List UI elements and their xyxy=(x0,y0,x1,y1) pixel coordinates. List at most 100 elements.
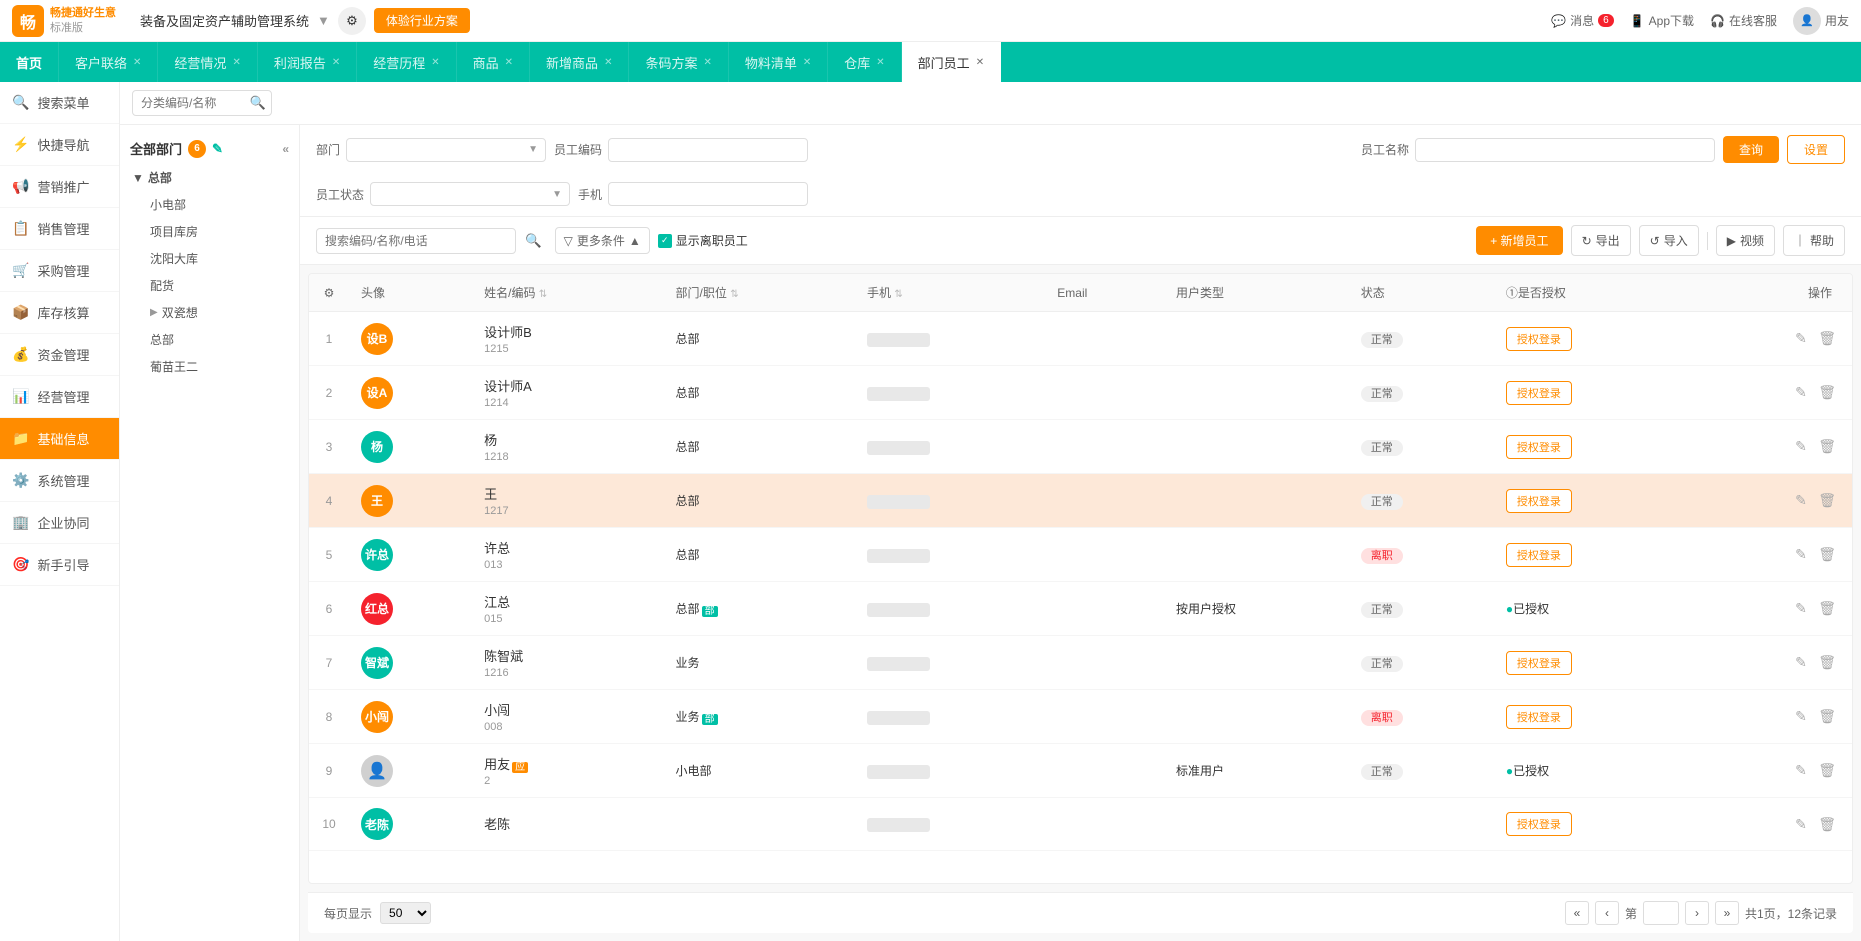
edit-employee-btn[interactable]: ✎ xyxy=(1791,490,1811,511)
tab-process[interactable]: 经营历程 ✕ xyxy=(357,42,456,82)
set-button[interactable]: 设置 xyxy=(1787,135,1845,164)
delete-employee-btn[interactable]: 🗑 xyxy=(1814,652,1840,673)
per-page-select[interactable]: 50 100 xyxy=(380,902,431,924)
filter-phone-input[interactable] xyxy=(608,182,808,206)
tree-node-shuangzixiang[interactable]: ▶ 双瓷想 xyxy=(120,299,299,326)
app-download-btn[interactable]: 📱 App下载 xyxy=(1630,12,1694,29)
edit-employee-btn[interactable]: ✎ xyxy=(1791,598,1811,619)
user-avatar[interactable]: 👤 用友 xyxy=(1793,7,1849,35)
delete-employee-btn[interactable]: 🗑 xyxy=(1814,544,1840,565)
tab-newgoods[interactable]: 新增商品 ✕ xyxy=(530,42,629,82)
auth-login-btn[interactable]: 授权登录 xyxy=(1506,327,1572,351)
close-customer-icon[interactable]: ✕ xyxy=(133,57,141,68)
tree-node-pumiuwang[interactable]: 葡苗王二 xyxy=(120,353,299,380)
help-button[interactable]: ｜ 帮助 xyxy=(1783,225,1845,256)
sidebar-item-quicknav[interactable]: ⚡ 快捷导航 xyxy=(0,124,119,166)
category-search-icon[interactable]: 🔍 xyxy=(250,95,266,111)
close-profit-icon[interactable]: ✕ xyxy=(332,57,340,68)
sidebar-item-operation[interactable]: 📊 经营管理 xyxy=(0,376,119,418)
delete-employee-btn[interactable]: 🗑 xyxy=(1814,814,1840,835)
col-name-code[interactable]: 姓名/编码 ⇅ xyxy=(472,274,663,312)
sidebar-item-marketing[interactable]: 📢 营销推广 xyxy=(0,166,119,208)
edit-employee-btn[interactable]: ✎ xyxy=(1791,652,1811,673)
edit-employee-btn[interactable]: ✎ xyxy=(1791,544,1811,565)
last-page-btn[interactable]: » xyxy=(1715,901,1739,925)
sidebar-item-enterprise[interactable]: 🏢 企业协同 xyxy=(0,502,119,544)
delete-employee-btn[interactable]: 🗑 xyxy=(1814,490,1840,511)
close-staff-icon[interactable]: ✕ xyxy=(976,57,984,68)
sidebar-item-finance[interactable]: 💰 资金管理 xyxy=(0,334,119,376)
delete-employee-btn[interactable]: 🗑 xyxy=(1814,706,1840,727)
filter-empcode-input[interactable] xyxy=(608,138,808,162)
tree-node-xiaodianbu[interactable]: 小电部 xyxy=(120,191,299,218)
tree-node-zongbu2[interactable]: 总部 xyxy=(120,326,299,353)
close-goods-icon[interactable]: ✕ xyxy=(505,57,513,68)
tab-warehouse[interactable]: 仓库 ✕ xyxy=(828,42,901,82)
edit-employee-btn[interactable]: ✎ xyxy=(1791,706,1811,727)
close-warehouse-icon[interactable]: ✕ xyxy=(876,57,884,68)
sidebar-item-search[interactable]: 🔍 搜索菜单 xyxy=(0,82,119,124)
auth-login-btn[interactable]: 授权登录 xyxy=(1506,705,1572,729)
tab-materials[interactable]: 物料清单 ✕ xyxy=(729,42,828,82)
toolbar-search-input[interactable] xyxy=(316,228,516,254)
close-materials-icon[interactable]: ✕ xyxy=(803,57,811,68)
online-service-btn[interactable]: 🎧 在线客服 xyxy=(1710,12,1777,29)
tab-operation[interactable]: 经营情况 ✕ xyxy=(158,42,257,82)
tab-profit[interactable]: 利润报告 ✕ xyxy=(258,42,357,82)
sidebar-item-sales[interactable]: 📋 销售管理 xyxy=(0,208,119,250)
delete-employee-btn[interactable]: 🗑 xyxy=(1814,382,1840,403)
query-button[interactable]: 查询 xyxy=(1723,136,1779,163)
delete-employee-btn[interactable]: 🗑 xyxy=(1814,598,1840,619)
auth-login-btn[interactable]: 授权登录 xyxy=(1506,651,1572,675)
view-button[interactable]: ▶ 视频 xyxy=(1716,225,1775,256)
sidebar-item-system[interactable]: ⚙️ 系统管理 xyxy=(0,460,119,502)
edit-employee-btn[interactable]: ✎ xyxy=(1791,382,1811,403)
tab-goods[interactable]: 商品 ✕ xyxy=(457,42,530,82)
current-page-input[interactable]: 1 xyxy=(1643,901,1679,925)
next-page-btn[interactable]: › xyxy=(1685,901,1709,925)
tree-node-xiangmuku[interactable]: 项目库房 xyxy=(120,218,299,245)
auth-login-btn[interactable]: 授权登录 xyxy=(1506,435,1572,459)
sidebar-item-guide[interactable]: 🎯 新手引导 xyxy=(0,544,119,586)
filter-empname-input[interactable] xyxy=(1415,138,1715,162)
tree-node-peihuo[interactable]: 配货 xyxy=(120,272,299,299)
export-button[interactable]: ↻ 导出 xyxy=(1571,225,1631,256)
col-dept-pos[interactable]: 部门/职位 ⇅ xyxy=(664,274,855,312)
close-newgoods-icon[interactable]: ✕ xyxy=(604,57,612,68)
edit-employee-btn[interactable]: ✎ xyxy=(1791,760,1811,781)
col-settings[interactable]: ⚙ xyxy=(309,274,349,312)
col-phone[interactable]: 手机 ⇅ xyxy=(855,274,1045,312)
sidebar-item-inventory[interactable]: 📦 库存核算 xyxy=(0,292,119,334)
tab-staff[interactable]: 部门员工 ✕ xyxy=(902,42,1001,82)
system-dropdown-icon[interactable]: ▼ xyxy=(317,13,330,28)
trial-button[interactable]: 体验行业方案 xyxy=(374,8,470,33)
auth-login-btn[interactable]: 授权登录 xyxy=(1506,812,1572,836)
filter-more-btn[interactable]: ▽ 更多条件 ▲ xyxy=(555,227,650,254)
message-btn[interactable]: 💬 消息 6 xyxy=(1551,12,1614,29)
tab-customer[interactable]: 客户联络 ✕ xyxy=(59,42,158,82)
add-employee-button[interactable]: + 新增员工 xyxy=(1476,226,1562,255)
delete-employee-btn[interactable]: 🗑 xyxy=(1814,436,1840,457)
tree-node-zongbu-parent[interactable]: ▼ 总部 xyxy=(120,164,299,191)
prev-page-btn[interactable]: ‹ xyxy=(1595,901,1619,925)
show-resign-label[interactable]: 显示离职员工 xyxy=(658,232,748,249)
show-resign-checkbox[interactable] xyxy=(658,234,672,248)
close-process-icon[interactable]: ✕ xyxy=(431,57,439,68)
edit-dept-icon[interactable]: ✎ xyxy=(212,141,223,157)
import-button[interactable]: ↺ 导入 xyxy=(1639,225,1699,256)
auth-login-btn[interactable]: 授权登录 xyxy=(1506,543,1572,567)
edit-employee-btn[interactable]: ✎ xyxy=(1791,436,1811,457)
filter-dept-select[interactable] xyxy=(346,138,546,162)
delete-employee-btn[interactable]: 🗑 xyxy=(1814,328,1840,349)
first-page-btn[interactable]: « xyxy=(1565,901,1589,925)
edit-employee-btn[interactable]: ✎ xyxy=(1791,328,1811,349)
close-operation-icon[interactable]: ✕ xyxy=(232,57,240,68)
tab-barcode[interactable]: 条码方案 ✕ xyxy=(629,42,728,82)
close-barcode-icon[interactable]: ✕ xyxy=(703,57,711,68)
delete-employee-btn[interactable]: 🗑 xyxy=(1814,760,1840,781)
tree-node-shenyangdaiku[interactable]: 沈阳大库 xyxy=(120,245,299,272)
filter-status-select[interactable] xyxy=(370,182,570,206)
auth-login-btn[interactable]: 授权登录 xyxy=(1506,489,1572,513)
edit-employee-btn[interactable]: ✎ xyxy=(1791,814,1811,835)
toolbar-search-btn[interactable]: 🔍 xyxy=(520,228,547,254)
